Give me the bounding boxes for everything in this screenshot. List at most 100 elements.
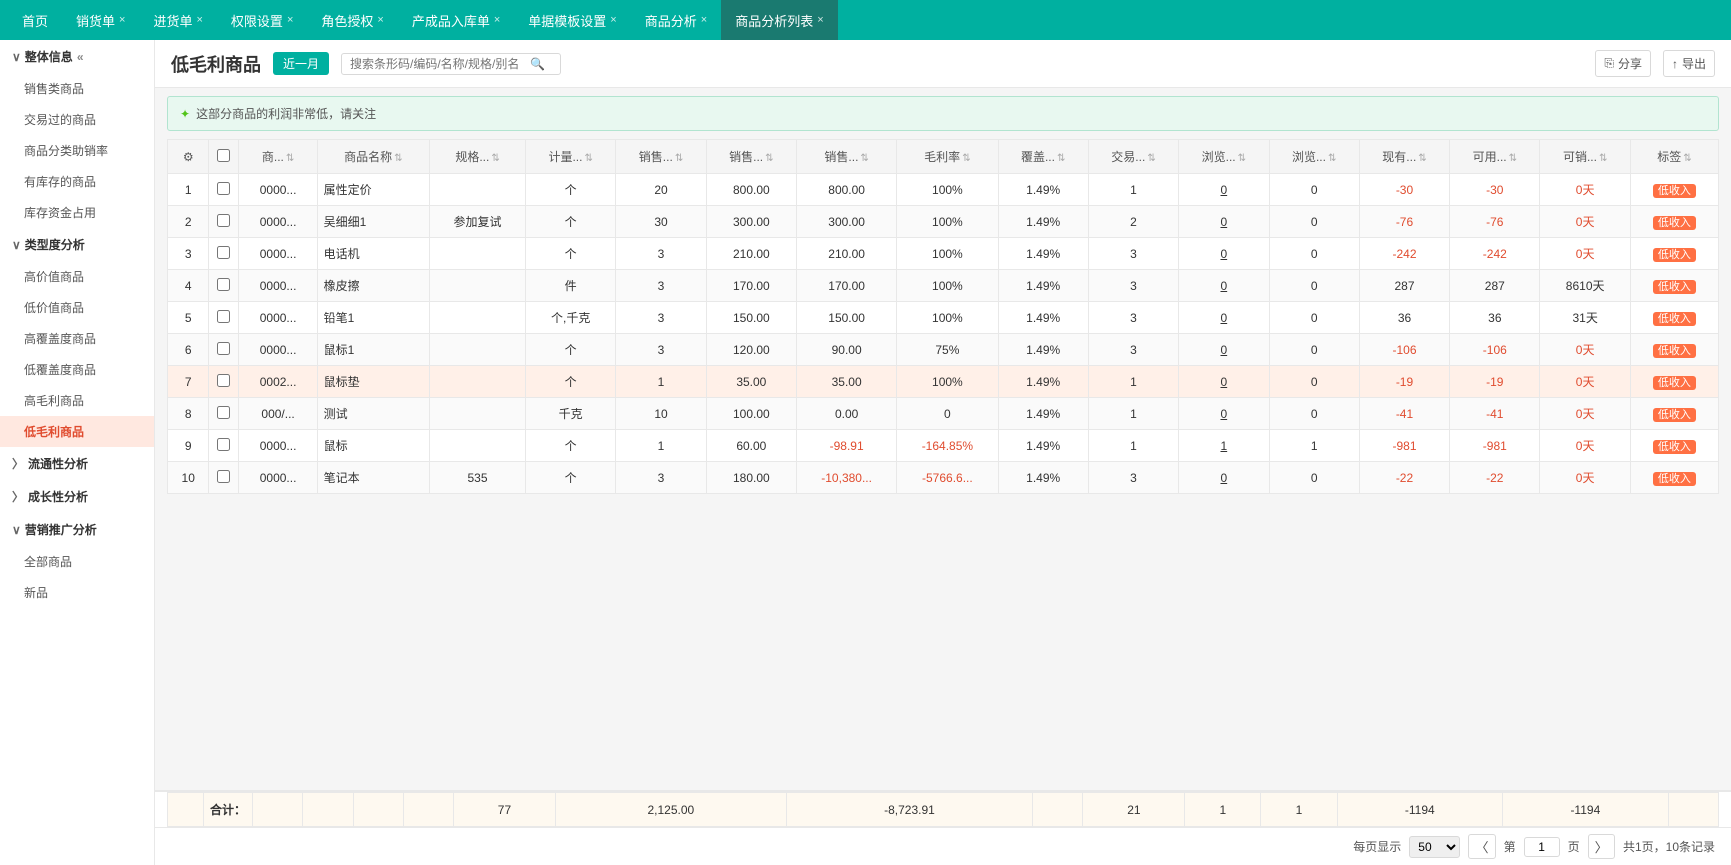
row-col12[interactable]: 0 bbox=[1179, 334, 1269, 366]
col-spec-header[interactable]: 规格...⇅ bbox=[430, 140, 526, 174]
nav-sales-order[interactable]: 销货单 × bbox=[62, 0, 139, 40]
row-checkbox-cell[interactable] bbox=[209, 430, 239, 462]
col-code-header[interactable]: 商...⇅ bbox=[239, 140, 317, 174]
row-checkbox[interactable] bbox=[217, 470, 230, 483]
row-code: 0000... bbox=[239, 174, 317, 206]
sidebar-item-traded-products[interactable]: 交易过的商品 bbox=[0, 104, 154, 135]
row-checkbox[interactable] bbox=[217, 374, 230, 387]
col-sales3-header[interactable]: 销售...⇅ bbox=[797, 140, 897, 174]
sidebar-item-low-value[interactable]: 低价值商品 bbox=[0, 292, 154, 323]
col-checkbox[interactable] bbox=[209, 140, 239, 174]
col-sellable-header[interactable]: 可销...⇅ bbox=[1540, 140, 1630, 174]
sidebar-group-title-marketing[interactable]: ∨ 营销推广分析 bbox=[0, 513, 154, 546]
nav-role-auth[interactable]: 角色授权 × bbox=[307, 0, 397, 40]
sidebar-group-title-overview[interactable]: ∨ 整体信息 « bbox=[0, 40, 154, 73]
col-current-header[interactable]: 现有...⇅ bbox=[1359, 140, 1449, 174]
row-col12[interactable]: 0 bbox=[1179, 302, 1269, 334]
collapse-icon[interactable]: « bbox=[77, 50, 84, 64]
sidebar-item-low-margin[interactable]: 低毛利商品 bbox=[0, 416, 154, 447]
nav-close-icon[interactable]: × bbox=[610, 14, 616, 26]
row-checkbox[interactable] bbox=[217, 406, 230, 419]
row-checkbox-cell[interactable] bbox=[209, 270, 239, 302]
search-input[interactable] bbox=[350, 57, 530, 71]
row-col12[interactable]: 0 bbox=[1179, 270, 1269, 302]
row-checkbox-cell[interactable] bbox=[209, 174, 239, 206]
row-checkbox[interactable] bbox=[217, 342, 230, 355]
nav-close-icon[interactable]: × bbox=[287, 14, 293, 26]
row-checkbox[interactable] bbox=[217, 438, 230, 451]
select-all-checkbox[interactable] bbox=[217, 149, 230, 162]
nav-close-icon[interactable]: × bbox=[817, 14, 823, 26]
nav-close-icon[interactable]: × bbox=[196, 14, 202, 26]
row-checkbox[interactable] bbox=[217, 310, 230, 323]
row-col12[interactable]: 1 bbox=[1179, 430, 1269, 462]
row-col12[interactable]: 0 bbox=[1179, 462, 1269, 494]
sidebar-group-title-type[interactable]: ∨ 类型度分析 bbox=[0, 228, 154, 261]
export-button[interactable]: ↑ 导出 bbox=[1663, 50, 1715, 77]
nav-close-icon[interactable]: × bbox=[119, 14, 125, 26]
row-col12[interactable]: 0 bbox=[1179, 398, 1269, 430]
row-tag: 低收入 bbox=[1630, 398, 1718, 430]
sidebar-item-inventory-capital[interactable]: 库存资金占用 bbox=[0, 197, 154, 228]
sidebar-item-high-margin[interactable]: 高毛利商品 bbox=[0, 385, 154, 416]
sidebar-item-new-products[interactable]: 新品 bbox=[0, 577, 154, 608]
col-trade-header[interactable]: 交易...⇅ bbox=[1088, 140, 1178, 174]
nav-product-analysis-list[interactable]: 商品分析列表 × bbox=[721, 0, 837, 40]
col-sales1-header[interactable]: 销售...⇅ bbox=[616, 140, 706, 174]
sidebar-group-title-growth[interactable]: 〉 成长性分析 bbox=[0, 480, 154, 513]
sidebar-item-all-products[interactable]: 全部商品 bbox=[0, 546, 154, 577]
nav-close-icon[interactable]: × bbox=[494, 14, 500, 26]
table-row: 6 0000... 鼠标1 个 3 120.00 90.00 75% 1.49%… bbox=[168, 334, 1719, 366]
row-checkbox-cell[interactable] bbox=[209, 206, 239, 238]
row-checkbox[interactable] bbox=[217, 246, 230, 259]
sidebar-group-title-liquidity[interactable]: 〉 流通性分析 bbox=[0, 447, 154, 480]
row-col11: 1 bbox=[1088, 366, 1178, 398]
nav-close-icon[interactable]: × bbox=[701, 14, 707, 26]
sidebar-item-high-value[interactable]: 高价值商品 bbox=[0, 261, 154, 292]
row-col7: 180.00 bbox=[706, 462, 796, 494]
sidebar-item-high-coverage[interactable]: 高覆盖度商品 bbox=[0, 323, 154, 354]
col-view1-header[interactable]: 浏览...⇅ bbox=[1179, 140, 1269, 174]
sidebar-item-category-rate[interactable]: 商品分类助销率 bbox=[0, 135, 154, 166]
row-checkbox[interactable] bbox=[217, 278, 230, 291]
col-unit-header[interactable]: 计量...⇅ bbox=[526, 140, 616, 174]
nav-home[interactable]: 首页 bbox=[8, 0, 62, 40]
nav-close-icon[interactable]: × bbox=[377, 14, 383, 26]
row-code: 0000... bbox=[239, 270, 317, 302]
nav-product-inbound[interactable]: 产成品入库单 × bbox=[398, 0, 514, 40]
col-view2-header[interactable]: 浏览...⇅ bbox=[1269, 140, 1359, 174]
nav-product-analysis[interactable]: 商品分析 × bbox=[631, 0, 721, 40]
col-margin-header[interactable]: 毛利率⇅ bbox=[897, 140, 998, 174]
row-checkbox-cell[interactable] bbox=[209, 238, 239, 270]
row-checkbox-cell[interactable] bbox=[209, 462, 239, 494]
sidebar-item-sales-products[interactable]: 销售类商品 bbox=[0, 73, 154, 104]
share-button[interactable]: ⎘ 分享 bbox=[1595, 50, 1651, 77]
row-checkbox-cell[interactable] bbox=[209, 366, 239, 398]
col-coverage-header[interactable]: 覆盖...⇅ bbox=[998, 140, 1088, 174]
next-page-button[interactable]: 〉 bbox=[1588, 834, 1615, 859]
col-available-header[interactable]: 可用...⇅ bbox=[1450, 140, 1540, 174]
page-number-input[interactable] bbox=[1524, 837, 1560, 857]
page-size-select[interactable]: 20 50 100 bbox=[1409, 836, 1460, 858]
nav-permissions[interactable]: 权限设置 × bbox=[217, 0, 307, 40]
row-col12[interactable]: 0 bbox=[1179, 238, 1269, 270]
row-checkbox-cell[interactable] bbox=[209, 398, 239, 430]
col-name-header[interactable]: 商品名称⇅ bbox=[317, 140, 429, 174]
row-col12[interactable]: 0 bbox=[1179, 206, 1269, 238]
col-sales2-header[interactable]: 销售...⇅ bbox=[706, 140, 796, 174]
col-tag-header[interactable]: 标签⇅ bbox=[1630, 140, 1718, 174]
nav-purchase-order[interactable]: 进货单 × bbox=[139, 0, 216, 40]
prev-page-button[interactable]: 〈 bbox=[1468, 834, 1495, 859]
row-checkbox-cell[interactable] bbox=[209, 334, 239, 366]
sidebar-item-inventory-products[interactable]: 有库存的商品 bbox=[0, 166, 154, 197]
row-col7: 100.00 bbox=[706, 398, 796, 430]
row-checkbox[interactable] bbox=[217, 214, 230, 227]
col-settings[interactable]: ⚙ bbox=[168, 140, 209, 174]
sidebar-item-low-coverage[interactable]: 低覆盖度商品 bbox=[0, 354, 154, 385]
nav-template-settings[interactable]: 单据模板设置 × bbox=[514, 0, 630, 40]
row-checkbox-cell[interactable] bbox=[209, 302, 239, 334]
date-filter-button[interactable]: 近一月 bbox=[273, 52, 329, 75]
row-col12[interactable]: 0 bbox=[1179, 174, 1269, 206]
row-col12[interactable]: 0 bbox=[1179, 366, 1269, 398]
row-checkbox[interactable] bbox=[217, 182, 230, 195]
